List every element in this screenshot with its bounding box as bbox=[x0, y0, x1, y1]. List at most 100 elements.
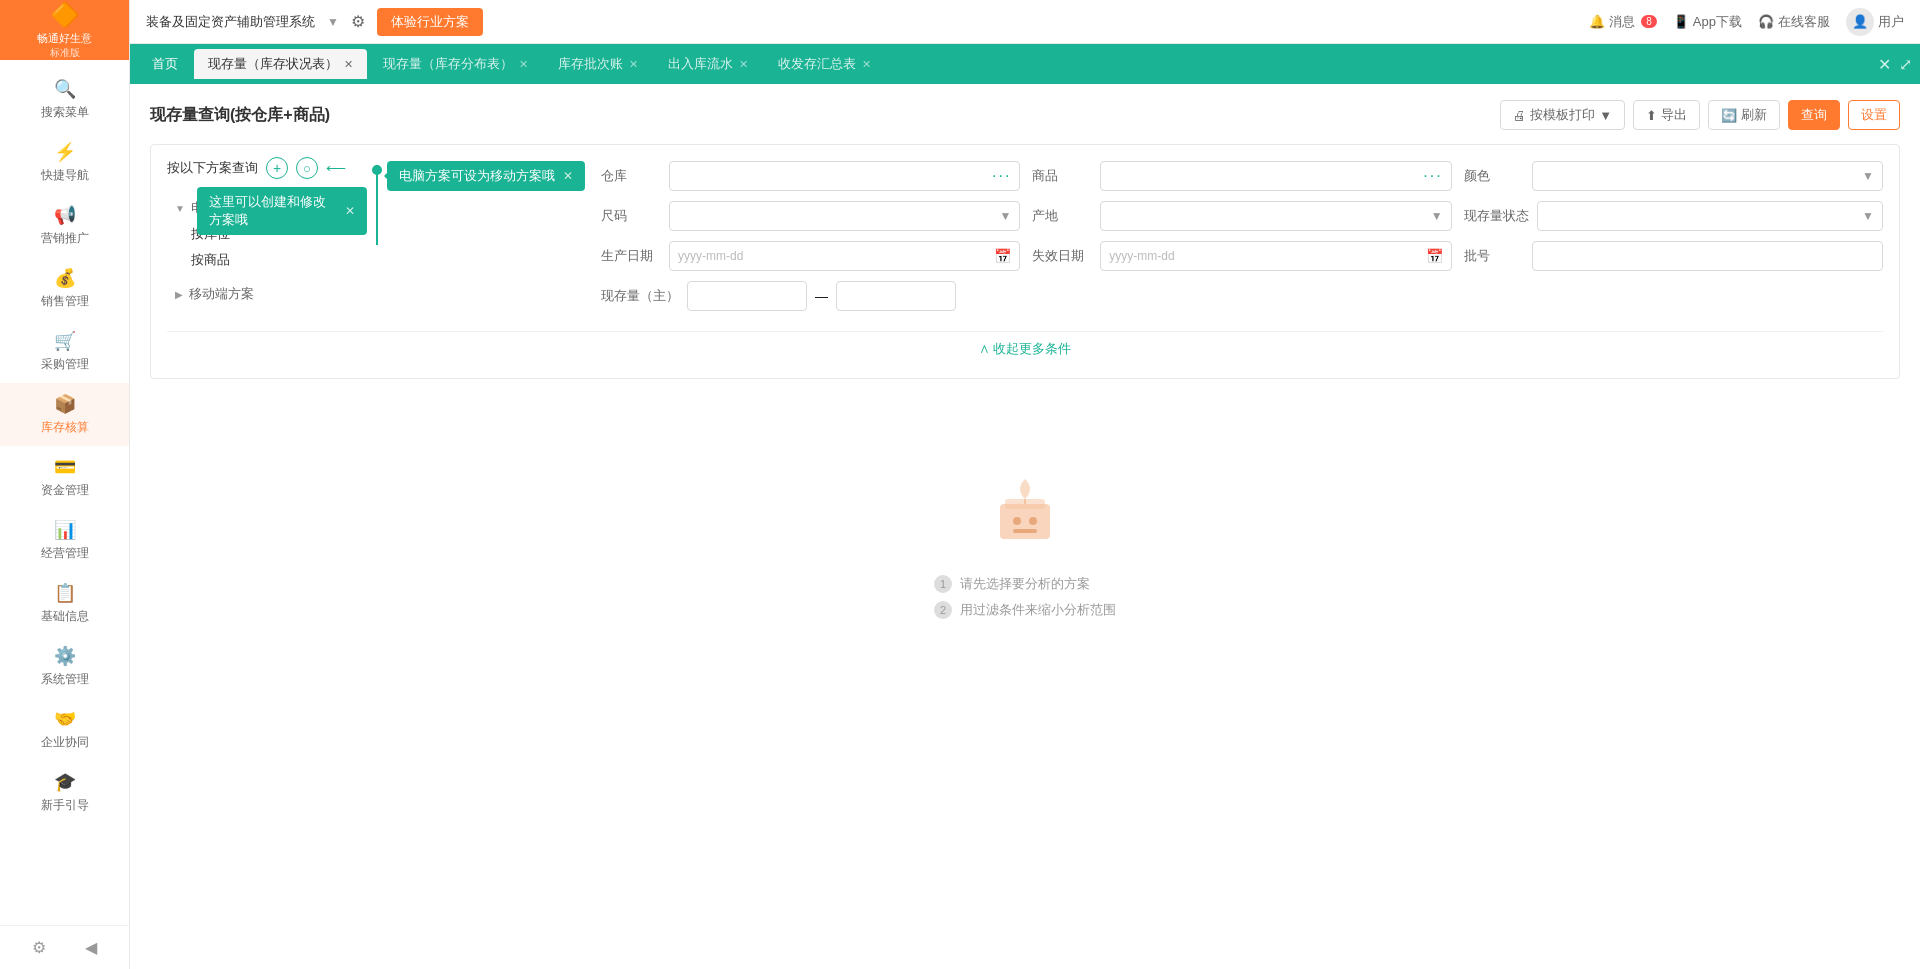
tab-receive-send-close[interactable]: ✕ bbox=[862, 58, 871, 71]
size-select[interactable]: ▼ bbox=[669, 201, 1020, 231]
sidebar-item-operations[interactable]: 📊 经营管理 bbox=[0, 509, 129, 572]
origin-select[interactable]: ▼ bbox=[1100, 201, 1451, 231]
hint-num-1: 1 bbox=[934, 575, 952, 593]
collapse-sidebar-button[interactable]: ◀ bbox=[85, 938, 97, 957]
gear-icon: ⚙️ bbox=[54, 645, 76, 667]
page-title: 现存量查询(按仓库+商品) bbox=[150, 105, 330, 126]
system-name: 装备及固定资产辅助管理系统 bbox=[146, 13, 315, 31]
sidebar-item-inventory[interactable]: 📦 库存核算 bbox=[0, 383, 129, 446]
edit-tooltip-close[interactable]: ✕ bbox=[345, 204, 355, 218]
connector-line bbox=[376, 165, 378, 245]
query-button[interactable]: 查询 bbox=[1788, 100, 1840, 130]
sidebar-item-search[interactable]: 🔍 搜索菜单 bbox=[0, 68, 129, 131]
sidebar-item-system[interactable]: ⚙️ 系统管理 bbox=[0, 635, 129, 698]
chevron-right-icon: ▶ bbox=[175, 289, 183, 300]
refresh-button[interactable]: 🔄 刷新 bbox=[1708, 100, 1780, 130]
industry-btn[interactable]: 体验行业方案 bbox=[377, 8, 483, 36]
cart-icon: 🛒 bbox=[54, 330, 76, 352]
message-button[interactable]: 🔔 消息 8 bbox=[1589, 13, 1657, 31]
sidebar-item-guide[interactable]: 🎓 新手引导 bbox=[0, 761, 129, 824]
production-date-calendar-icon[interactable]: 📅 bbox=[994, 248, 1011, 264]
online-support-label: 在线客服 bbox=[1778, 13, 1830, 31]
expiry-date-input[interactable]: yyyy-mm-dd 📅 bbox=[1100, 241, 1451, 271]
mobile-scheme-group: ▶ 移动端方案 bbox=[167, 281, 367, 307]
sidebar-item-marketing[interactable]: 📢 营销推广 bbox=[0, 194, 129, 257]
sidebar-item-sales[interactable]: 💰 销售管理 bbox=[0, 257, 129, 320]
status-label: 现存量状态 bbox=[1464, 207, 1529, 225]
sidebar-item-quick[interactable]: ⚡ 快捷导航 bbox=[0, 131, 129, 194]
svg-rect-0 bbox=[1000, 504, 1050, 539]
refresh-label: 刷新 bbox=[1741, 106, 1767, 124]
sidebar-item-finance[interactable]: 💳 资金管理 bbox=[0, 446, 129, 509]
export-button[interactable]: ⬆ 导出 bbox=[1633, 100, 1700, 130]
close-all-tabs-button[interactable]: ✕ bbox=[1878, 55, 1891, 74]
scheme-tooltip-area: 电脑方案可设为移动方案哦 ✕ 仓库 ··· bbox=[387, 157, 1883, 321]
tab-batch-ledger-close[interactable]: ✕ bbox=[629, 58, 638, 71]
add-scheme-button[interactable]: + bbox=[266, 157, 288, 179]
header-gear-icon[interactable]: ⚙ bbox=[351, 12, 365, 31]
sidebar-item-enterprise[interactable]: 🤝 企业协同 bbox=[0, 698, 129, 761]
filter-header-label: 按以下方案查询 bbox=[167, 159, 258, 177]
expiry-date-calendar-icon[interactable]: 📅 bbox=[1426, 248, 1443, 264]
app-download-button[interactable]: 📱 App下载 bbox=[1673, 13, 1742, 31]
tab-in-out-flow[interactable]: 出入库流水 ✕ bbox=[654, 49, 762, 79]
tab-home[interactable]: 首页 bbox=[138, 49, 192, 79]
lightning-icon: ⚡ bbox=[54, 141, 76, 163]
collapse-bar[interactable]: ∧ 收起更多条件 bbox=[167, 331, 1883, 366]
graduation-icon: 🎓 bbox=[54, 771, 76, 793]
goods-field: 商品 ··· bbox=[1032, 161, 1451, 191]
batch-input[interactable] bbox=[1532, 241, 1883, 271]
sidebar-item-enterprise-label: 企业协同 bbox=[41, 734, 89, 751]
size-field: 尺码 ▼ bbox=[601, 201, 1020, 231]
system-dropdown-icon[interactable]: ▼ bbox=[327, 15, 339, 29]
warehouse-dots-icon[interactable]: ··· bbox=[992, 167, 1011, 185]
scheme-tooltip-close[interactable]: ✕ bbox=[563, 169, 573, 183]
megaphone-icon: 📢 bbox=[54, 204, 76, 226]
empty-hints: 1 请先选择要分析的方案 2 用过滤条件来缩小分析范围 bbox=[934, 575, 1116, 619]
stock-qty-from-input[interactable] bbox=[687, 281, 807, 311]
mobile-scheme-header[interactable]: ▶ 移动端方案 bbox=[167, 281, 367, 307]
tab-receive-send[interactable]: 收发存汇总表 ✕ bbox=[764, 49, 885, 79]
tab-batch-ledger[interactable]: 库存批次账 ✕ bbox=[544, 49, 652, 79]
export-icon: ⬆ bbox=[1646, 108, 1657, 123]
goods-select[interactable]: ··· bbox=[1100, 161, 1451, 191]
settings-footer-button[interactable]: ⚙ bbox=[32, 938, 46, 957]
tab-inventory-dist-close[interactable]: ✕ bbox=[519, 58, 528, 71]
size-label: 尺码 bbox=[601, 207, 661, 225]
color-select[interactable]: ▼ bbox=[1532, 161, 1883, 191]
settings-button[interactable]: 设置 bbox=[1848, 100, 1900, 130]
origin-label: 产地 bbox=[1032, 207, 1092, 225]
stock-qty-to-input[interactable] bbox=[836, 281, 956, 311]
color-label: 颜色 bbox=[1464, 167, 1524, 185]
package-icon: 📦 bbox=[54, 393, 76, 415]
tab-inventory-status-close[interactable]: ✕ bbox=[344, 58, 353, 71]
user-menu[interactable]: 👤 用户 bbox=[1846, 8, 1904, 36]
size-chevron-icon: ▼ bbox=[999, 209, 1011, 223]
empty-hint-2: 2 用过滤条件来缩小分析范围 bbox=[934, 601, 1116, 619]
sidebar-nav: 🔍 搜索菜单 ⚡ 快捷导航 📢 营销推广 💰 销售管理 🛒 采购管理 📦 库存核… bbox=[0, 60, 129, 925]
warehouse-select[interactable]: ··· bbox=[669, 161, 1020, 191]
main-content: 现存量查询(按仓库+商品) 🖨 按模板打印 ▼ ⬆ 导出 🔄 刷新 查询 bbox=[130, 84, 1920, 969]
tab-in-out-flow-close[interactable]: ✕ bbox=[739, 58, 748, 71]
sidebar-item-inventory-label: 库存核算 bbox=[41, 419, 89, 436]
edit-tooltip: 这里可以创建和修改方案哦 ✕ bbox=[197, 187, 367, 235]
edit-scheme-button[interactable]: ○ bbox=[296, 157, 318, 179]
empty-state: 1 请先选择要分析的方案 2 用过滤条件来缩小分析范围 bbox=[150, 379, 1900, 699]
sidebar-item-base[interactable]: 📋 基础信息 bbox=[0, 572, 129, 635]
online-support-button[interactable]: 🎧 在线客服 bbox=[1758, 13, 1830, 31]
production-date-input[interactable]: yyyy-mm-dd 📅 bbox=[669, 241, 1020, 271]
tab-receive-send-label: 收发存汇总表 bbox=[778, 55, 856, 73]
template-print-label: 按模板打印 bbox=[1530, 106, 1595, 124]
status-select[interactable]: ▼ bbox=[1537, 201, 1883, 231]
scheme-item-2[interactable]: 按商品 bbox=[167, 247, 367, 273]
expand-tab-button[interactable]: ⤢ bbox=[1899, 55, 1912, 74]
tab-inventory-dist[interactable]: 现存量（库存分布表） ✕ bbox=[369, 49, 542, 79]
sidebar-item-purchase[interactable]: 🛒 采购管理 bbox=[0, 320, 129, 383]
logo-badge: 标准版 bbox=[50, 46, 80, 60]
template-print-button[interactable]: 🖨 按模板打印 ▼ bbox=[1500, 100, 1625, 130]
query-label: 查询 bbox=[1801, 106, 1827, 124]
arrow-left-icon[interactable]: ⟵ bbox=[326, 160, 346, 176]
tab-inventory-status[interactable]: 现存量（库存状况表） ✕ bbox=[194, 49, 367, 79]
warehouse-label: 仓库 bbox=[601, 167, 661, 185]
goods-dots-icon[interactable]: ··· bbox=[1423, 167, 1442, 185]
